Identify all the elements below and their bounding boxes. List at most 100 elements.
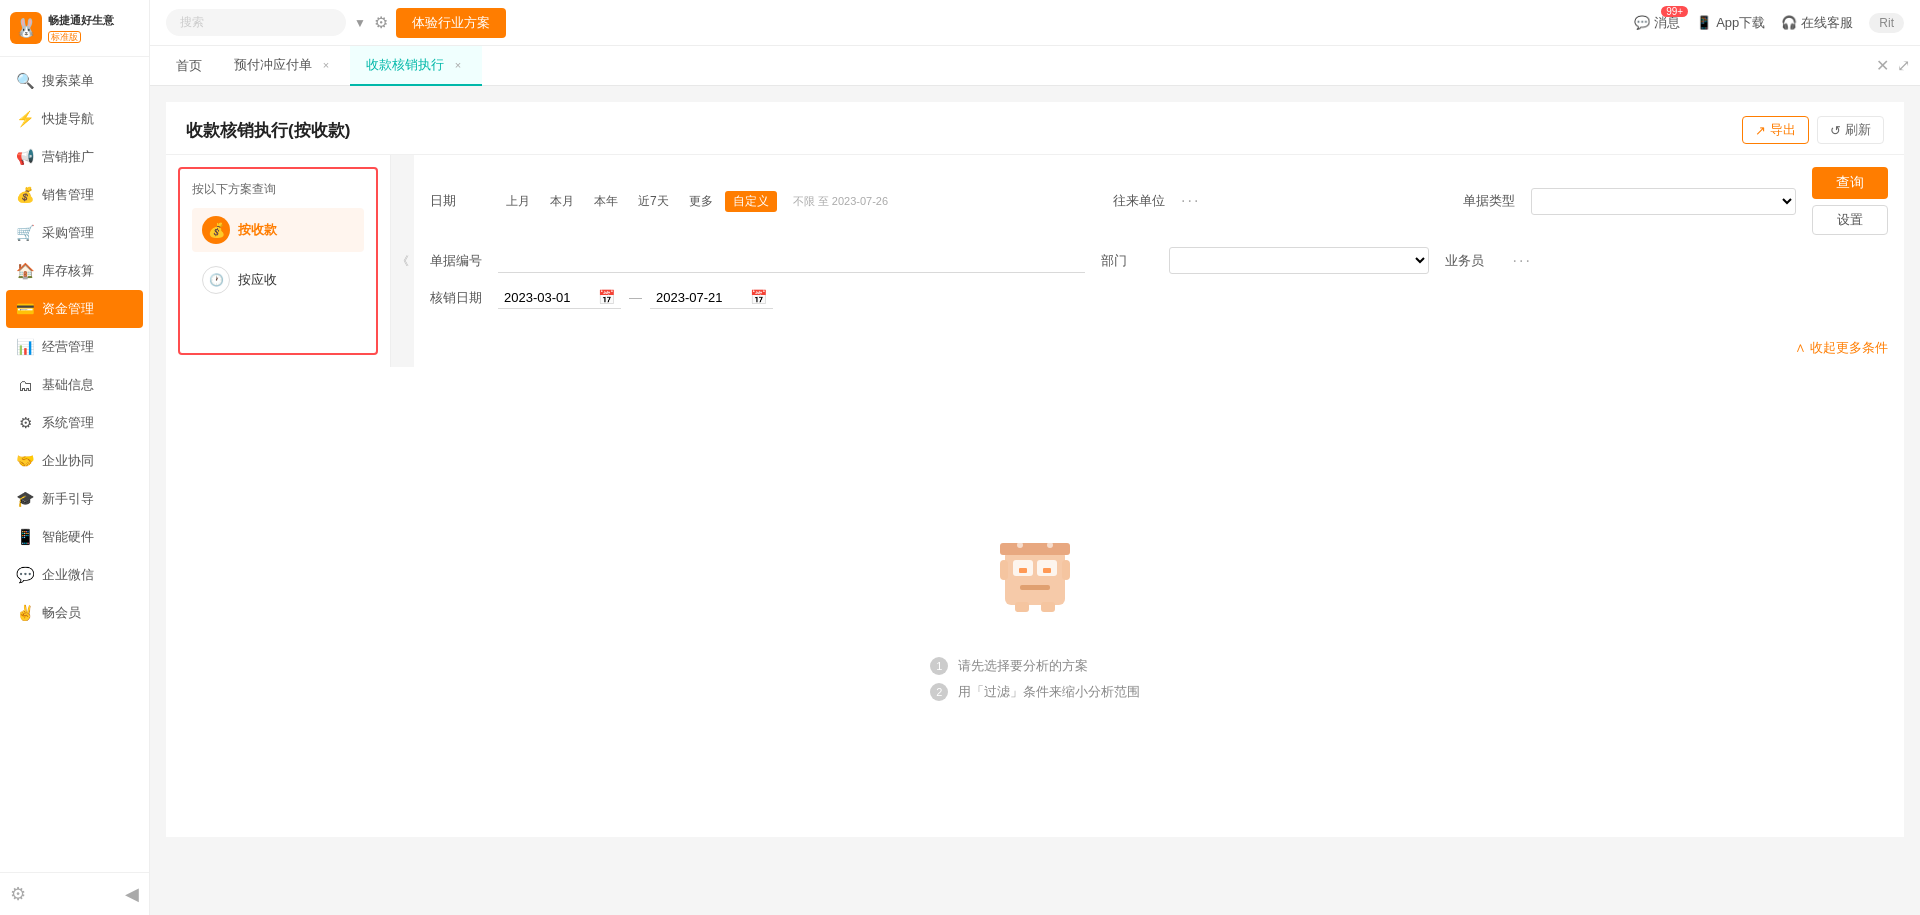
top-header: 搜索 ▼ ⚙ 体验行业方案 💬 消息 99+ 📱 App下载 🎧 在线客服 Ri…: [150, 0, 1920, 46]
empty-state: 1 请先选择要分析的方案 2 用「过滤」条件来缩小分析范围: [166, 377, 1904, 837]
sidebar-item-quick-nav[interactable]: ⚡ 快捷导航: [0, 100, 149, 138]
doc-no-input[interactable]: [498, 249, 1085, 273]
sidebar-item-basic-info[interactable]: 🗂 基础信息: [0, 366, 149, 404]
tab-close-receipt[interactable]: ×: [450, 57, 466, 73]
date-tab-this-month[interactable]: 本月: [542, 191, 582, 212]
empty-illustration: [975, 510, 1095, 633]
salesperson-label: 业务员: [1445, 252, 1505, 270]
sidebar-bottom: ⚙ ◀: [0, 872, 149, 915]
filter-by-receipt-label: 按收款: [238, 221, 277, 239]
svg-rect-3: [1019, 568, 1027, 573]
offset-date-end-input[interactable]: 2023-07-21: [656, 290, 746, 305]
tab-home[interactable]: 首页: [160, 46, 218, 86]
svg-rect-4: [1043, 568, 1051, 573]
collapse-icon[interactable]: ◀: [125, 883, 139, 905]
tab-close-prepay[interactable]: ×: [318, 57, 334, 73]
calendar-start-icon[interactable]: 📅: [598, 289, 615, 305]
doc-no-label: 单据编号: [430, 252, 490, 270]
tab-receipt-offset[interactable]: 收款核销执行 ×: [350, 46, 482, 86]
query-row-2: 单据编号 部门 业务员 ···: [430, 247, 1888, 274]
filter-panel-title: 按以下方案查询: [192, 181, 364, 198]
settings-bottom-icon[interactable]: ⚙: [10, 883, 26, 905]
more-conditions-toggle[interactable]: ∧ 收起更多条件: [414, 333, 1904, 367]
offset-date-start-input[interactable]: 2023-03-01: [504, 290, 594, 305]
sidebar-item-hardware[interactable]: 📱 智能硬件: [0, 518, 149, 556]
sidebar-item-operations[interactable]: 📊 经营管理: [0, 328, 149, 366]
message-icon: 💬: [1634, 15, 1650, 30]
filter-by-receivable[interactable]: 🕐 按应收: [192, 258, 364, 302]
solution-button[interactable]: 体验行业方案: [396, 8, 506, 38]
settings-icon[interactable]: ⚙: [374, 13, 388, 32]
gear-icon: ⚙: [16, 414, 34, 432]
page-title: 收款核销执行(按收款): [186, 119, 350, 142]
user-avatar[interactable]: Rit: [1869, 13, 1904, 33]
sidebar: 🐰 畅捷通好生意 标准版 🔍 搜索菜单 ⚡ 快捷导航 📢 营销推广 💰 销售管理…: [0, 0, 150, 915]
message-button[interactable]: 💬 消息 99+: [1634, 14, 1680, 32]
chart-icon: 📊: [16, 338, 34, 356]
query-button[interactable]: 查询: [1812, 167, 1888, 199]
message-badge: 99+: [1661, 6, 1688, 17]
doc-type-select[interactable]: [1531, 188, 1797, 215]
svg-rect-7: [1062, 560, 1070, 580]
guide-icon: 🎓: [16, 490, 34, 508]
sidebar-item-member[interactable]: ✌ 畅会员: [0, 594, 149, 632]
search-icon: 🔍: [16, 72, 34, 90]
sidebar-logo: 🐰 畅捷通好生意 标准版: [0, 0, 149, 57]
filter-by-receivable-label: 按应收: [238, 271, 277, 289]
sidebar-item-guide[interactable]: 🎓 新手引导: [0, 480, 149, 518]
refresh-icon: ↺: [1830, 123, 1841, 138]
wechat-icon: 💬: [16, 566, 34, 584]
date-tab-last-7-days[interactable]: 近7天: [630, 191, 677, 212]
page-content: 收款核销执行(按收款) ↗ 导出 ↺ 刷新: [150, 86, 1920, 915]
sidebar-item-finance[interactable]: 💳 资金管理: [6, 290, 143, 328]
cart-icon: 🛒: [16, 224, 34, 242]
main-area: 搜索 ▼ ⚙ 体验行业方案 💬 消息 99+ 📱 App下载 🎧 在线客服 Ri…: [150, 0, 1920, 915]
svg-rect-9: [1041, 602, 1055, 612]
filter-collapse-button[interactable]: 《: [390, 155, 414, 367]
query-buttons: 查询 设置: [1812, 167, 1888, 235]
empty-hint-2: 2 用「过滤」条件来缩小分析范围: [930, 679, 1140, 705]
empty-hint-1: 1 请先选择要分析的方案: [930, 653, 1140, 679]
date-tab-custom[interactable]: 自定义: [725, 191, 777, 212]
app-download-button[interactable]: 📱 App下载: [1696, 14, 1765, 32]
query-area: 按以下方案查询 💰 按收款 🕐 按应收 《: [166, 155, 1904, 367]
tab-expand-icon[interactable]: ⤢: [1897, 56, 1910, 75]
tab-close-all-icon[interactable]: ✕: [1876, 56, 1889, 75]
svg-rect-8: [1015, 602, 1029, 612]
doc-no-field: 单据编号: [430, 249, 1085, 273]
sidebar-item-purchase[interactable]: 🛒 采购管理: [0, 214, 149, 252]
tab-prepay-offset[interactable]: 预付冲应付单 ×: [218, 46, 350, 86]
doc-type-field: 单据类型: [1463, 188, 1797, 215]
counterparty-dots[interactable]: ···: [1181, 192, 1200, 210]
date-tab-more[interactable]: 更多: [681, 191, 721, 212]
sidebar-item-sales[interactable]: 💰 销售管理: [0, 176, 149, 214]
settings-button[interactable]: 设置: [1812, 205, 1888, 235]
salesperson-dots[interactable]: ···: [1513, 252, 1532, 270]
page-actions: ↗ 导出 ↺ 刷新: [1742, 116, 1884, 144]
search-box[interactable]: 搜索: [166, 9, 346, 36]
date-range-text: 不限 至 2023-07-26: [793, 194, 888, 209]
sidebar-item-enterprise[interactable]: 🤝 企业协同: [0, 442, 149, 480]
date-field: 日期 上月 本月 本年 近7天 更多 自定义: [430, 191, 1097, 212]
collapse-arrows-icon: 《: [397, 253, 409, 270]
sidebar-item-search-menu[interactable]: 🔍 搜索菜单: [0, 62, 149, 100]
export-button[interactable]: ↗ 导出: [1742, 116, 1809, 144]
calendar-end-icon[interactable]: 📅: [750, 289, 767, 305]
refresh-button[interactable]: ↺ 刷新: [1817, 116, 1884, 144]
date-tabs: 上月 本月 本年 近7天 更多 自定义: [498, 191, 777, 212]
sidebar-item-marketing[interactable]: 📢 营销推广: [0, 138, 149, 176]
chevron-down-icon: ▼: [354, 16, 366, 30]
logo-badge: 标准版: [48, 31, 81, 43]
counterparty-field: 往来单位 ···: [1113, 192, 1447, 210]
sidebar-navigation: 🔍 搜索菜单 ⚡ 快捷导航 📢 营销推广 💰 销售管理 🛒 采购管理 🏠 库存核…: [0, 57, 149, 872]
sidebar-item-inventory[interactable]: 🏠 库存核算: [0, 252, 149, 290]
sidebar-item-wecom[interactable]: 💬 企业微信: [0, 556, 149, 594]
sidebar-item-system[interactable]: ⚙ 系统管理: [0, 404, 149, 442]
date-tab-this-year[interactable]: 本年: [586, 191, 626, 212]
date-tab-last-month[interactable]: 上月: [498, 191, 538, 212]
tab-actions: ✕ ⤢: [1876, 56, 1910, 75]
filter-by-receipt[interactable]: 💰 按收款: [192, 208, 364, 252]
online-service-button[interactable]: 🎧 在线客服: [1781, 14, 1853, 32]
department-select[interactable]: [1169, 247, 1429, 274]
inner-content: 收款核销执行(按收款) ↗ 导出 ↺ 刷新: [166, 102, 1904, 837]
